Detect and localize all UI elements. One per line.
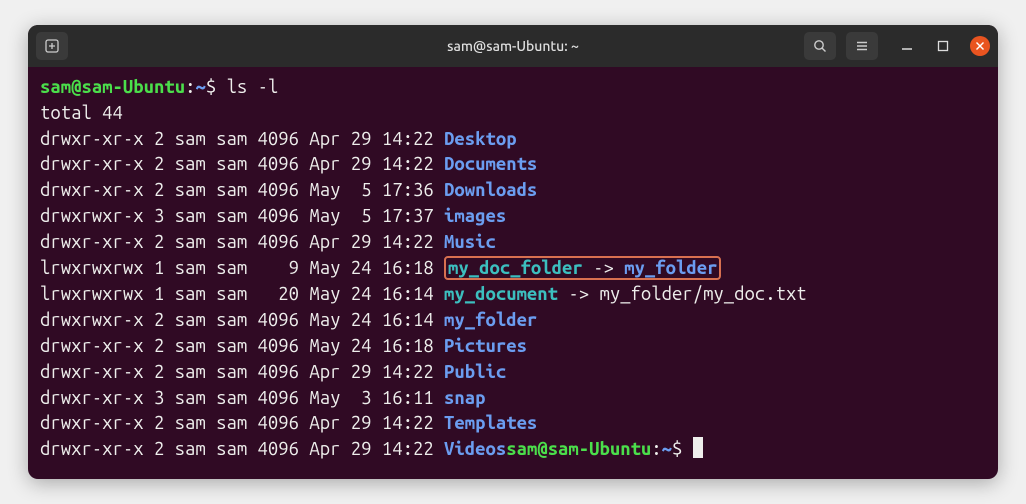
highlighted-entry: my_doc_folder -> my_folder (444, 256, 721, 280)
window-title: sam@sam-Ubuntu: ~ (447, 38, 579, 54)
prompt-host: sam-Ubuntu (81, 77, 185, 97)
listing-row: drwxr-xr-x 2 sam sam 4096 Apr 29 14:22 (40, 439, 444, 459)
listing-row: drwxrwxr-x 3 sam sam 4096 May 5 17:37 (40, 206, 444, 226)
entry-name: Public (444, 362, 506, 382)
prompt-dollar: $ (206, 77, 227, 97)
minimize-icon (901, 40, 913, 52)
command-text: ls -l (227, 77, 279, 97)
terminal-window: sam@sam-Ubuntu: ~ (28, 25, 998, 479)
link-target: my_folder/my_doc.txt (599, 284, 806, 304)
prompt-at-2: @ (537, 439, 547, 459)
prompt-user: sam (40, 77, 71, 97)
search-icon (813, 39, 827, 53)
entry-name: Desktop (444, 129, 517, 149)
menu-button[interactable] (846, 32, 878, 60)
listing-row: drwxr-xr-x 2 sam sam 4096 Apr 29 14:22 (40, 232, 444, 252)
entry-name: Videos (444, 439, 506, 459)
listing-row: drwxrwxr-x 2 sam sam 4096 May 24 16:14 (40, 310, 444, 330)
listing-row: drwxr-xr-x 3 sam sam 4096 May 3 16:11 (40, 388, 444, 408)
entry-name: my_document (444, 284, 558, 304)
close-button[interactable] (970, 36, 990, 56)
entry-name: snap (444, 388, 485, 408)
prompt-path-2: ~ (662, 439, 672, 459)
listing-row: lrwxrwxrwx 1 sam sam 20 May 24 16:14 (40, 284, 444, 304)
prompt-colon-2: : (651, 439, 661, 459)
listing-entries: drwxr-xr-x 2 sam sam 4096 Apr 29 14:22 D… (40, 129, 807, 460)
maximize-button[interactable] (934, 37, 952, 55)
entry-name: Documents (444, 154, 537, 174)
entry-name: Downloads (444, 180, 537, 200)
new-tab-button[interactable] (36, 32, 68, 60)
entry-name: Pictures (444, 336, 527, 356)
total-line: total 44 (40, 103, 123, 123)
cursor (693, 437, 703, 458)
prompt-path: ~ (195, 77, 205, 97)
minimize-button[interactable] (898, 37, 916, 55)
link-arrow: -> (558, 284, 599, 304)
entry-name: my_doc_folder (448, 258, 583, 278)
listing-row: drwxr-xr-x 2 sam sam 4096 Apr 29 14:22 (40, 129, 444, 149)
listing-row: drwxr-xr-x 2 sam sam 4096 May 24 16:18 (40, 336, 444, 356)
prompt-colon: : (185, 77, 195, 97)
listing-row: drwxr-xr-x 2 sam sam 4096 Apr 29 14:22 (40, 413, 444, 433)
prompt-dollar-2: $ (672, 439, 693, 459)
terminal-output[interactable]: sam@sam-Ubuntu:~$ ls -l total 44 drwxr-x… (28, 67, 998, 479)
entry-name: Templates (444, 413, 537, 433)
new-tab-icon (45, 39, 59, 53)
link-arrow: -> (583, 258, 624, 278)
search-button[interactable] (804, 32, 836, 60)
prompt-host-2: sam-Ubuntu (548, 439, 652, 459)
listing-row: drwxr-xr-x 2 sam sam 4096 May 5 17:36 (40, 180, 444, 200)
prompt-user-2: sam (506, 439, 537, 459)
prompt-at: @ (71, 77, 81, 97)
titlebar: sam@sam-Ubuntu: ~ (28, 25, 998, 67)
maximize-icon (937, 40, 949, 52)
link-target: my_folder (624, 258, 717, 278)
close-icon (975, 41, 985, 51)
listing-row: lrwxrwxrwx 1 sam sam 9 May 24 16:18 (40, 258, 444, 278)
hamburger-icon (855, 39, 869, 53)
listing-row: drwxr-xr-x 2 sam sam 4096 Apr 29 14:22 (40, 362, 444, 382)
entry-name: Music (444, 232, 496, 252)
listing-row: drwxr-xr-x 2 sam sam 4096 Apr 29 14:22 (40, 154, 444, 174)
entry-name: my_folder (444, 310, 537, 330)
entry-name: images (444, 206, 506, 226)
